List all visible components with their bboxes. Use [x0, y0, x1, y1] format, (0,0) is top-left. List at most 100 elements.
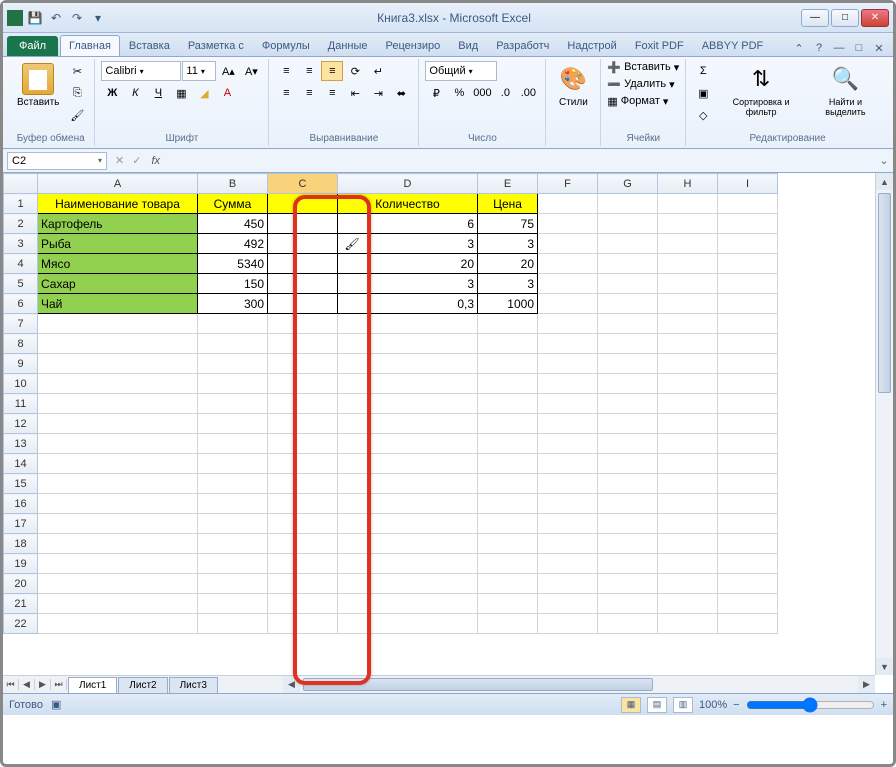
row-header-5[interactable]: 5	[4, 274, 38, 294]
cell[interactable]	[38, 454, 198, 474]
close-button[interactable]: ✕	[861, 9, 889, 27]
font-name-dropdown[interactable]: Calibri▾	[101, 61, 181, 81]
sheet-tab-Лист3[interactable]: Лист3	[169, 677, 218, 693]
cell[interactable]	[338, 374, 478, 394]
header-cell[interactable]: Наименование товара	[38, 194, 198, 214]
cell[interactable]	[268, 554, 338, 574]
sheet-tab-Лист2[interactable]: Лист2	[118, 677, 167, 693]
scroll-down-icon[interactable]: ▼	[876, 658, 893, 675]
cell[interactable]	[718, 534, 778, 554]
cell[interactable]	[538, 594, 598, 614]
cell[interactable]	[718, 414, 778, 434]
fx-icon[interactable]: fx	[145, 155, 166, 167]
cell[interactable]	[38, 354, 198, 374]
shrink-font-icon[interactable]: A▾	[240, 61, 262, 81]
qat-more-icon[interactable]: ▾	[89, 9, 107, 27]
cell[interactable]	[658, 374, 718, 394]
cell[interactable]	[198, 554, 268, 574]
cell[interactable]: 1000	[478, 294, 538, 314]
cell[interactable]	[478, 594, 538, 614]
cell[interactable]	[538, 334, 598, 354]
cell[interactable]	[268, 594, 338, 614]
cell[interactable]	[38, 614, 198, 634]
indent-inc-icon[interactable]: ⇥	[367, 83, 389, 103]
inc-dec-icon[interactable]: .0	[494, 83, 516, 103]
cell[interactable]	[268, 574, 338, 594]
cell[interactable]	[268, 494, 338, 514]
cell[interactable]	[338, 414, 478, 434]
cell[interactable]	[538, 374, 598, 394]
cell[interactable]	[658, 234, 718, 254]
cell[interactable]	[198, 434, 268, 454]
cell[interactable]	[718, 454, 778, 474]
cell[interactable]	[38, 474, 198, 494]
cell[interactable]	[658, 414, 718, 434]
cell[interactable]	[538, 574, 598, 594]
row-header-21[interactable]: 21	[4, 594, 38, 614]
indent-dec-icon[interactable]: ⇤	[344, 83, 366, 103]
comma-icon[interactable]: 000	[471, 83, 493, 103]
paste-button[interactable]: Вставить	[13, 61, 63, 110]
row-header-17[interactable]: 17	[4, 514, 38, 534]
row-header-6[interactable]: 6	[4, 294, 38, 314]
row-header-7[interactable]: 7	[4, 314, 38, 334]
row-header-16[interactable]: 16	[4, 494, 38, 514]
cell[interactable]	[658, 294, 718, 314]
header-cell[interactable]	[268, 194, 338, 214]
row-header-2[interactable]: 2	[4, 214, 38, 234]
cell[interactable]	[598, 214, 658, 234]
maximize-button[interactable]: □	[831, 9, 859, 27]
align-left-icon[interactable]: ≡	[275, 83, 297, 103]
ribbon-tab-формулы[interactable]: Формулы	[253, 35, 319, 56]
font-size-dropdown[interactable]: 11▾	[182, 61, 216, 81]
tab-nav-last-icon[interactable]: ⏭	[51, 679, 67, 690]
cell[interactable]	[268, 294, 338, 314]
cell[interactable]	[598, 574, 658, 594]
cell[interactable]	[718, 594, 778, 614]
font-color-icon[interactable]: A	[216, 83, 238, 103]
doc-restore-icon[interactable]: □	[851, 40, 867, 56]
cell[interactable]	[718, 574, 778, 594]
cell[interactable]	[598, 274, 658, 294]
cell[interactable]: Рыба	[38, 234, 198, 254]
cell[interactable]	[718, 194, 778, 214]
col-header-H[interactable]: H	[658, 174, 718, 194]
view-normal-icon[interactable]: ▦	[621, 697, 641, 713]
cell[interactable]	[718, 394, 778, 414]
confirm-icon[interactable]: ✓	[128, 154, 145, 167]
cell[interactable]	[338, 534, 478, 554]
cell[interactable]	[718, 514, 778, 534]
cell[interactable]	[658, 614, 718, 634]
cell[interactable]	[478, 394, 538, 414]
cell[interactable]	[338, 394, 478, 414]
col-header-A[interactable]: A	[38, 174, 198, 194]
ribbon-tab-вставка[interactable]: Вставка	[120, 35, 179, 56]
scroll-right-icon[interactable]: ▶	[858, 676, 875, 693]
cell[interactable]	[658, 494, 718, 514]
cell[interactable]	[718, 254, 778, 274]
scroll-thumb-v[interactable]	[878, 193, 891, 393]
col-header-I[interactable]: I	[718, 174, 778, 194]
cell[interactable]	[598, 514, 658, 534]
cell[interactable]	[268, 514, 338, 534]
cell[interactable]	[338, 494, 478, 514]
cell[interactable]	[478, 514, 538, 534]
ribbon-tab-главная[interactable]: Главная	[60, 35, 120, 56]
align-mid-icon[interactable]: ≡	[298, 61, 320, 81]
cell[interactable]	[198, 594, 268, 614]
cell[interactable]: 5340	[198, 254, 268, 274]
cell[interactable]	[478, 454, 538, 474]
row-header-15[interactable]: 15	[4, 474, 38, 494]
cell[interactable]	[538, 354, 598, 374]
cell[interactable]	[478, 614, 538, 634]
find-select-button[interactable]: 🔍 Найти и выделить	[808, 61, 883, 119]
cell[interactable]	[198, 314, 268, 334]
view-layout-icon[interactable]: ▤	[647, 697, 667, 713]
cell[interactable]	[538, 234, 598, 254]
col-header-G[interactable]: G	[598, 174, 658, 194]
ribbon-tab-разработч[interactable]: Разработч	[487, 35, 558, 56]
cell[interactable]	[268, 614, 338, 634]
header-cell[interactable]: Сумма	[198, 194, 268, 214]
cell[interactable]	[268, 274, 338, 294]
cell[interactable]	[38, 554, 198, 574]
